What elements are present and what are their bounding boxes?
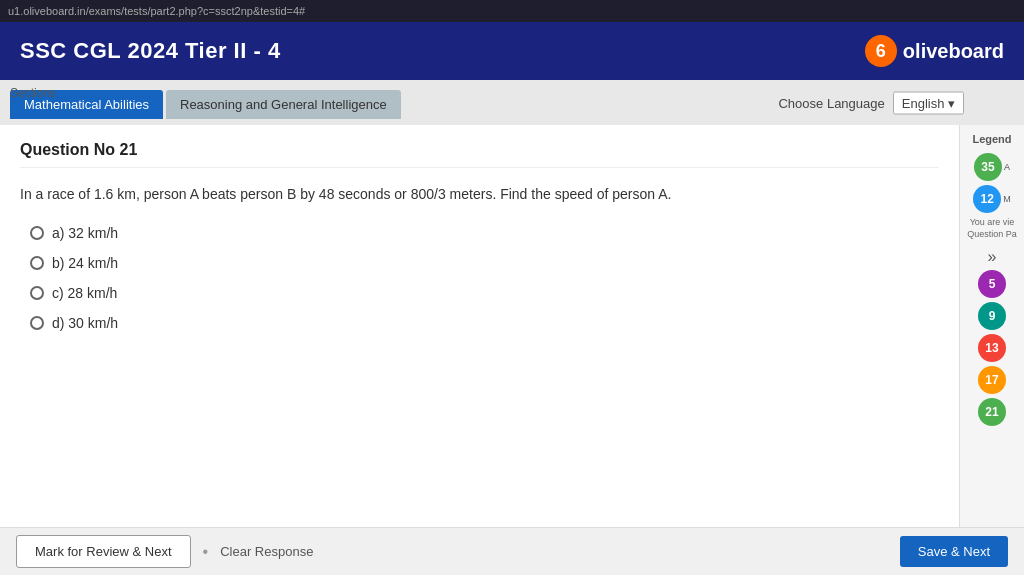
badge-35[interactable]: 35 <box>974 153 1002 181</box>
badge-35-label: A <box>1004 162 1010 172</box>
badge-21[interactable]: 21 <box>978 398 1006 426</box>
radio-b[interactable] <box>30 256 44 270</box>
option-d[interactable]: d) 30 km/h <box>30 315 939 331</box>
separator: • <box>203 543 209 561</box>
tab-reasoning[interactable]: Reasoning and General Intelligence <box>166 90 401 119</box>
badge-5[interactable]: 5 <box>978 270 1006 298</box>
expand-arrow[interactable]: » <box>988 248 997 266</box>
main-content: Question No 21 In a race of 1.6 km, pers… <box>0 125 959 527</box>
question-text: In a race of 1.6 km, person A beats pers… <box>20 184 939 205</box>
logo-icon: 6 <box>865 35 897 67</box>
sections-bar: Sections Mathematical Abilities Reasonin… <box>0 80 1024 125</box>
legend-title: Legend <box>972 133 1011 145</box>
bottom-bar: Mark for Review & Next • Clear Response … <box>0 527 1024 575</box>
option-a[interactable]: a) 32 km/h <box>30 225 939 241</box>
language-selector: Choose Language English ▾ <box>778 91 964 114</box>
clear-response-button[interactable]: Clear Response <box>220 544 313 559</box>
sidebar-viewer-text: You are vie Question Pa <box>964 217 1020 240</box>
mark-review-button[interactable]: Mark for Review & Next <box>16 535 191 568</box>
save-next-button[interactable]: Save & Next <box>900 536 1008 567</box>
language-label: Choose Language <box>778 95 884 110</box>
language-dropdown[interactable]: English ▾ <box>893 91 964 114</box>
exam-title: SSC CGL 2024 Tier II - 4 <box>20 38 281 64</box>
radio-a[interactable] <box>30 226 44 240</box>
browser-bar: u1.oliveboard.in/exams/tests/part2.php?c… <box>0 0 1024 22</box>
logo-container: 6 oliveboard <box>865 35 1004 67</box>
sections-label: Sections <box>10 86 56 100</box>
radio-c[interactable] <box>30 286 44 300</box>
badge-12-label: M <box>1003 194 1011 204</box>
radio-d[interactable] <box>30 316 44 330</box>
question-number: Question No 21 <box>20 141 939 168</box>
badge-9[interactable]: 9 <box>978 302 1006 330</box>
option-c[interactable]: c) 28 km/h <box>30 285 939 301</box>
option-b-label: b) 24 km/h <box>52 255 118 271</box>
badge-12[interactable]: 12 <box>973 185 1001 213</box>
bottom-left-actions: Mark for Review & Next • Clear Response <box>16 535 313 568</box>
bottom-right-actions: Save & Next <box>900 536 1008 567</box>
options-list: a) 32 km/h b) 24 km/h c) 28 km/h d) 30 k… <box>20 225 939 331</box>
option-d-label: d) 30 km/h <box>52 315 118 331</box>
badge-17[interactable]: 17 <box>978 366 1006 394</box>
browser-url: u1.oliveboard.in/exams/tests/part2.php?c… <box>8 5 305 17</box>
option-c-label: c) 28 km/h <box>52 285 117 301</box>
logo-text: oliveboard <box>903 40 1004 63</box>
right-sidebar: Legend 35 A 12 M You are vie Question Pa… <box>959 125 1024 527</box>
badge-row-35: 35 A <box>974 153 1010 181</box>
badge-13[interactable]: 13 <box>978 334 1006 362</box>
badge-row-12: 12 M <box>973 185 1011 213</box>
main-header: SSC CGL 2024 Tier II - 4 6 oliveboard <box>0 22 1024 80</box>
content-wrapper: Question No 21 In a race of 1.6 km, pers… <box>0 125 1024 527</box>
option-b[interactable]: b) 24 km/h <box>30 255 939 271</box>
option-a-label: a) 32 km/h <box>52 225 118 241</box>
